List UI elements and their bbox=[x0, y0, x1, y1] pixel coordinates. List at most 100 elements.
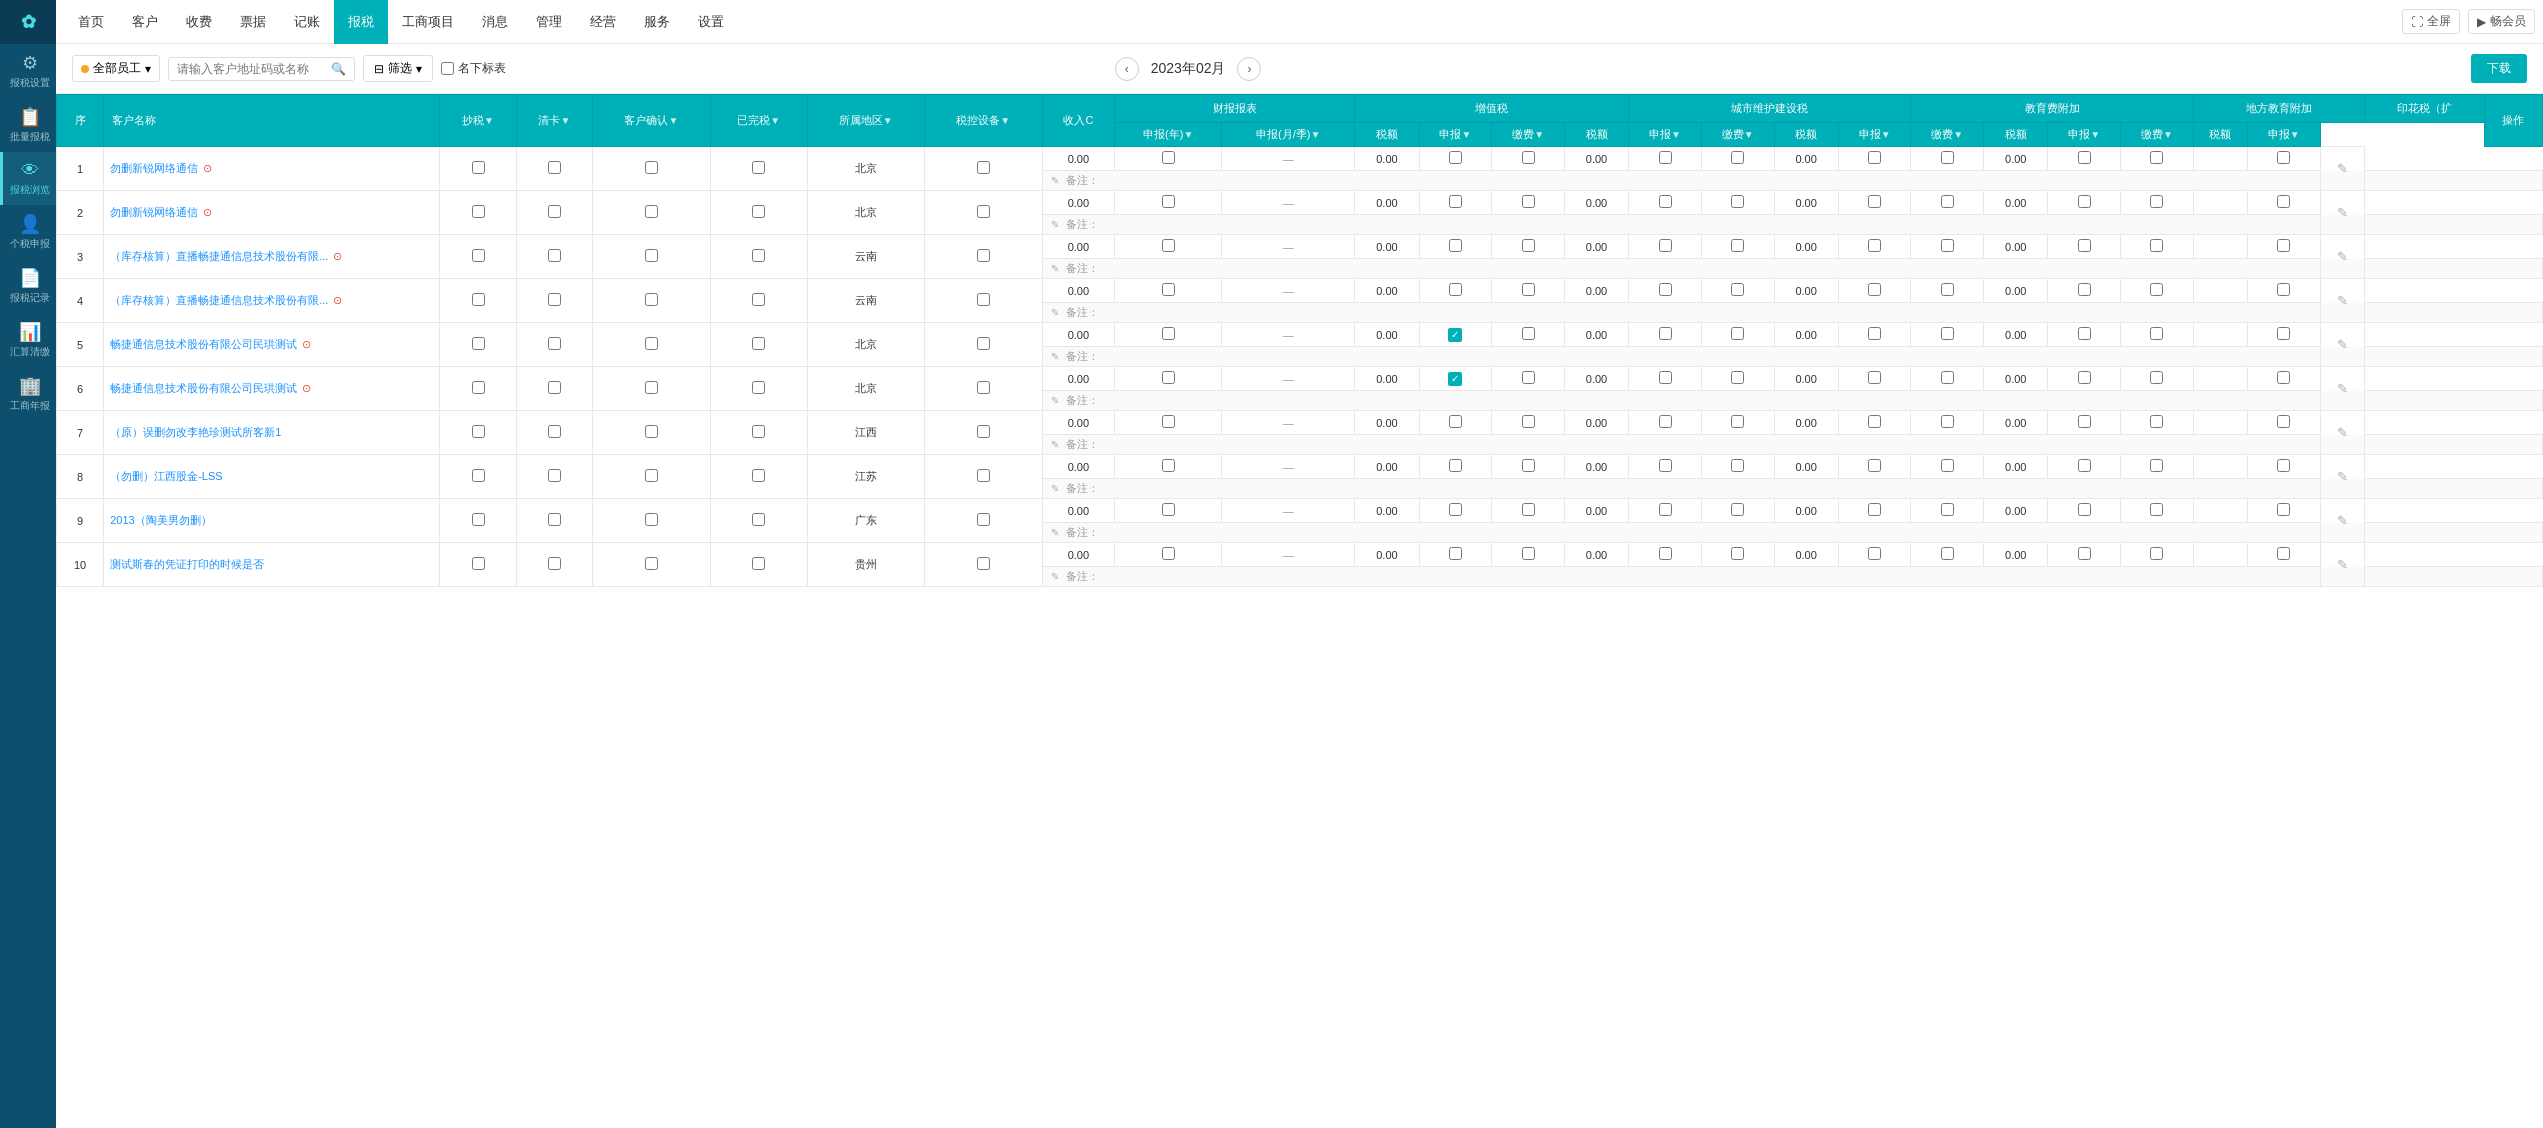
company-name[interactable]: （库存核算）直播畅捷通信息技术股份有限... ⊙ bbox=[104, 235, 440, 279]
stamp-declare[interactable] bbox=[2247, 235, 2320, 259]
nav-fee[interactable]: 收费 bbox=[172, 0, 226, 44]
edu-declare[interactable] bbox=[1838, 543, 1911, 567]
checkbox-cell-input[interactable] bbox=[2277, 547, 2290, 560]
edit-icon[interactable]: ✎ bbox=[2337, 337, 2348, 352]
employee-filter-select[interactable]: 全部员工 ▾ bbox=[72, 55, 160, 82]
checkbox-cell-input[interactable] bbox=[1731, 327, 1744, 340]
nav-client[interactable]: 客户 bbox=[118, 0, 172, 44]
checkbox-cell-input[interactable] bbox=[548, 161, 561, 174]
local-pay[interactable] bbox=[2121, 543, 2194, 567]
checkbox-cell-input[interactable] bbox=[645, 249, 658, 262]
nav-operation[interactable]: 经营 bbox=[576, 0, 630, 44]
local-declare[interactable] bbox=[2048, 279, 2121, 303]
edit-icon[interactable]: ✎ bbox=[2337, 293, 2348, 308]
chaoshui-cell[interactable] bbox=[440, 279, 516, 323]
local-pay[interactable] bbox=[2121, 191, 2194, 215]
local-declare[interactable] bbox=[2048, 323, 2121, 347]
membership-btn[interactable]: ▶ 畅会员 bbox=[2468, 9, 2535, 34]
checkbox-cell-input[interactable] bbox=[1522, 283, 1535, 296]
local-pay[interactable] bbox=[2121, 455, 2194, 479]
edu-declare[interactable] bbox=[1838, 411, 1911, 435]
checkbox-cell-input[interactable] bbox=[1941, 547, 1954, 560]
confirm-cell[interactable] bbox=[593, 279, 710, 323]
local-pay[interactable] bbox=[2121, 323, 2194, 347]
sidebar-item-geshui[interactable]: 👤 个税申报 bbox=[0, 205, 56, 259]
caibao-year[interactable] bbox=[1115, 279, 1222, 303]
paid-cell[interactable] bbox=[710, 279, 807, 323]
company-name[interactable]: 勿删新锐网络通信 ⊙ bbox=[104, 191, 440, 235]
checkbox-cell-input[interactable] bbox=[2277, 371, 2290, 384]
checkbox-cell-input[interactable] bbox=[1522, 371, 1535, 384]
qingka-cell[interactable] bbox=[516, 499, 592, 543]
company-link[interactable]: 测试斯春的凭证打印的时候是否 bbox=[110, 558, 264, 570]
vat-declare[interactable] bbox=[1419, 499, 1492, 523]
chaoshui-cell[interactable] bbox=[440, 499, 516, 543]
checkbox-cell-input[interactable] bbox=[1162, 547, 1175, 560]
checkbox-cell-input[interactable] bbox=[472, 249, 485, 262]
name-checkbox[interactable] bbox=[441, 62, 454, 75]
checkbox-cell-input[interactable] bbox=[2078, 151, 2091, 164]
note-edit-icon[interactable]: ✎ bbox=[1051, 175, 1059, 186]
checkbox-cell-input[interactable] bbox=[752, 513, 765, 526]
chaoshui-cell[interactable] bbox=[440, 147, 516, 191]
device-cell[interactable] bbox=[925, 235, 1042, 279]
company-link[interactable]: 勿删新锐网络通信 bbox=[110, 162, 198, 174]
checkbox-cell-input[interactable] bbox=[1731, 283, 1744, 296]
checkbox-cell-input[interactable] bbox=[1941, 283, 1954, 296]
stamp-declare[interactable] bbox=[2247, 543, 2320, 567]
company-name[interactable]: （原）误删勿改李艳珍测试所客新1 bbox=[104, 411, 440, 455]
checkbox-cell-input[interactable] bbox=[1659, 503, 1672, 516]
qingka-cell[interactable] bbox=[516, 323, 592, 367]
checkbox-cell-input[interactable] bbox=[977, 425, 990, 438]
checkbox-cell-input[interactable] bbox=[472, 205, 485, 218]
paid-cell[interactable] bbox=[710, 411, 807, 455]
note-edit-icon[interactable]: ✎ bbox=[1051, 351, 1059, 362]
checkbox-cell-input[interactable] bbox=[548, 381, 561, 394]
checkbox-cell-input[interactable] bbox=[752, 557, 765, 570]
nav-industrial[interactable]: 工商项目 bbox=[388, 0, 468, 44]
local-pay[interactable] bbox=[2121, 147, 2194, 171]
checkbox-cell-input[interactable] bbox=[1162, 151, 1175, 164]
nav-service[interactable]: 服务 bbox=[630, 0, 684, 44]
checkbox-cell-input[interactable] bbox=[645, 205, 658, 218]
checkbox-cell-input[interactable] bbox=[2078, 195, 2091, 208]
caibao-year[interactable] bbox=[1115, 411, 1222, 435]
sidebar-item-huisuan[interactable]: 📊 汇算清缴 bbox=[0, 313, 56, 367]
checkbox-cell-input[interactable] bbox=[1941, 415, 1954, 428]
checkbox-cell-input[interactable] bbox=[1162, 415, 1175, 428]
edu-declare[interactable] bbox=[1838, 191, 1911, 215]
city-pay[interactable] bbox=[1701, 235, 1774, 259]
edu-pay[interactable] bbox=[1911, 323, 1984, 347]
checkbox-cell-input[interactable] bbox=[752, 469, 765, 482]
checkbox-cell-input[interactable] bbox=[548, 249, 561, 262]
checkbox-cell-input[interactable] bbox=[1162, 239, 1175, 252]
city-declare[interactable] bbox=[1629, 499, 1702, 523]
city-declare[interactable] bbox=[1629, 191, 1702, 215]
qingka-cell[interactable] bbox=[516, 367, 592, 411]
checkbox-cell-input[interactable] bbox=[1731, 151, 1744, 164]
vat-declare[interactable] bbox=[1419, 147, 1492, 171]
fullscreen-btn[interactable]: ⛶ 全屏 bbox=[2402, 9, 2460, 34]
checkbox-cell-input[interactable] bbox=[472, 513, 485, 526]
city-pay[interactable] bbox=[1701, 147, 1774, 171]
vat-pay[interactable] bbox=[1492, 279, 1565, 303]
checkbox-cell-input[interactable] bbox=[977, 337, 990, 350]
checkbox-cell-input[interactable] bbox=[2150, 239, 2163, 252]
checkbox-cell-input[interactable] bbox=[548, 293, 561, 306]
checkbox-cell-input[interactable] bbox=[2150, 415, 2163, 428]
note-edit-icon[interactable]: ✎ bbox=[1051, 307, 1059, 318]
checkbox-cell-input[interactable] bbox=[1868, 283, 1881, 296]
checkbox-cell-input[interactable] bbox=[1731, 547, 1744, 560]
edit-icon[interactable]: ✎ bbox=[2337, 425, 2348, 440]
caibao-year[interactable] bbox=[1115, 543, 1222, 567]
checkbox-cell-input[interactable] bbox=[1522, 327, 1535, 340]
checkbox-cell-input[interactable] bbox=[2078, 415, 2091, 428]
city-pay[interactable] bbox=[1701, 499, 1774, 523]
city-pay[interactable] bbox=[1701, 543, 1774, 567]
city-declare[interactable] bbox=[1629, 147, 1702, 171]
confirm-cell[interactable] bbox=[593, 367, 710, 411]
checkbox-cell-input[interactable] bbox=[1941, 503, 1954, 516]
city-pay[interactable] bbox=[1701, 411, 1774, 435]
sidebar-item-baoshuishezhi[interactable]: ⚙ 报税设置 bbox=[0, 44, 56, 98]
checkbox-cell-input[interactable] bbox=[1522, 151, 1535, 164]
